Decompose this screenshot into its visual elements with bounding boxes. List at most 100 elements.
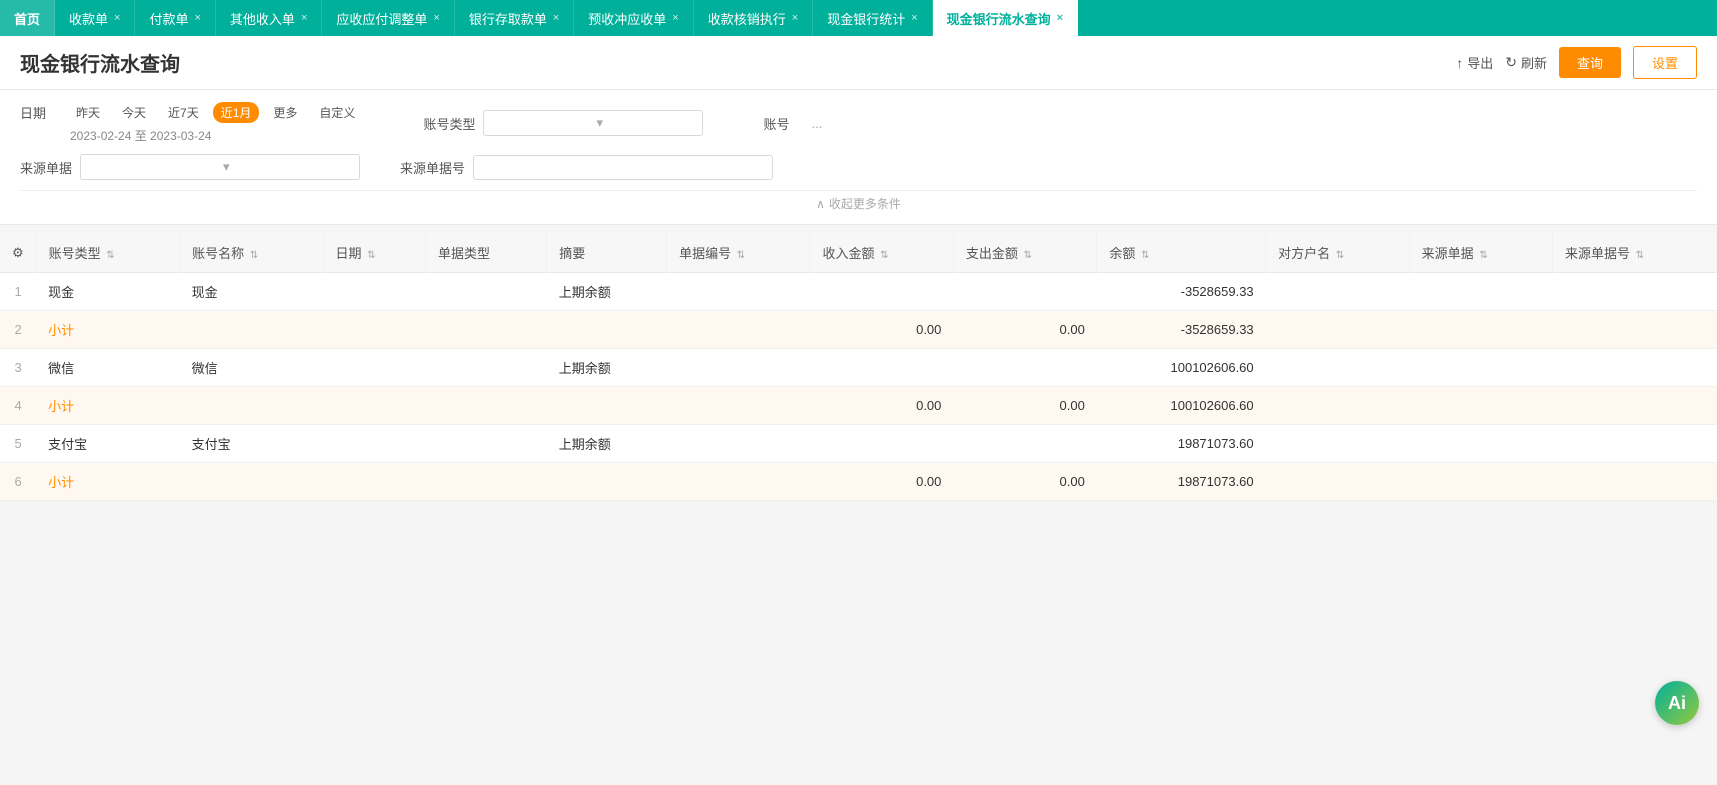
- date-opt-today[interactable]: 今天: [114, 102, 154, 123]
- cell-balance: 100102606.60: [1097, 349, 1266, 387]
- cell-date: [323, 311, 425, 349]
- sort-account-name-icon: ⇅: [250, 250, 258, 261]
- cell-balance: 19871073.60: [1097, 463, 1266, 501]
- col-summary: 摘要: [547, 233, 667, 273]
- source-doc-num-input[interactable]: [484, 160, 762, 175]
- col-account-name[interactable]: 账号名称 ⇅: [180, 233, 323, 273]
- cell-counterpart: [1266, 387, 1409, 425]
- row-num-cell: 1: [0, 273, 36, 311]
- col-settings[interactable]: ⚙: [0, 233, 36, 273]
- source-doc-chevron-icon: [223, 159, 349, 175]
- sort-doc-num-icon: ⇅: [737, 250, 745, 261]
- account-label: 账号: [763, 114, 803, 133]
- col-source-doc-num[interactable]: 来源单据号 ⇅: [1553, 233, 1717, 273]
- date-opt-1month[interactable]: 近1月: [213, 102, 260, 123]
- nav-tab-7[interactable]: 现金银行统计 ×: [813, 0, 932, 36]
- cell-source-doc-num: [1553, 387, 1717, 425]
- sort-date-icon: ⇅: [367, 250, 375, 261]
- nav-tab-0[interactable]: 收款单 ×: [55, 0, 135, 36]
- row-num-cell: 4: [0, 387, 36, 425]
- cell-counterpart: [1266, 311, 1409, 349]
- cell-account-type: 支付宝: [36, 425, 179, 463]
- nav-tab-4[interactable]: 银行存取款单 ×: [455, 0, 574, 36]
- cell-counterpart: [1266, 349, 1409, 387]
- cell-summary: 上期余额: [547, 273, 667, 311]
- nav-tab-8[interactable]: 现金银行流水查询 ×: [933, 0, 1078, 36]
- cell-account-type: 现金: [36, 273, 179, 311]
- export-icon: ↑: [1456, 55, 1463, 71]
- nav-tab-2[interactable]: 其他收入单 ×: [216, 0, 322, 36]
- cell-expense: 0.00: [953, 311, 1096, 349]
- nav-tab-3[interactable]: 应收应付调整单 ×: [322, 0, 454, 36]
- close-tab-0-icon[interactable]: ×: [114, 12, 120, 24]
- cell-doc-num: [667, 349, 810, 387]
- date-opt-yesterday[interactable]: 昨天: [68, 102, 108, 123]
- cell-summary: [547, 387, 667, 425]
- data-table: ⚙ 账号类型 ⇅ 账号名称 ⇅ 日期 ⇅ 单据类型 摘要: [0, 233, 1717, 501]
- table-row: 1现金现金上期余额-3528659.33: [0, 273, 1717, 311]
- cell-doc-num: [667, 273, 810, 311]
- nav-tab-5[interactable]: 预收冲应收单 ×: [574, 0, 693, 36]
- cell-account-name: 支付宝: [180, 425, 323, 463]
- cell-income: 0.00: [810, 387, 953, 425]
- cell-counterpart: [1266, 273, 1409, 311]
- row-num-cell: 3: [0, 349, 36, 387]
- account-type-select[interactable]: [483, 110, 703, 136]
- close-tab-3-icon[interactable]: ×: [433, 12, 439, 24]
- col-balance[interactable]: 余额 ⇅: [1097, 233, 1266, 273]
- table-row: 3微信微信上期余额100102606.60: [0, 349, 1717, 387]
- sort-source-doc-num-icon: ⇅: [1636, 250, 1644, 261]
- cell-summary: [547, 311, 667, 349]
- col-date[interactable]: 日期 ⇅: [323, 233, 425, 273]
- close-tab-2-icon[interactable]: ×: [301, 12, 307, 24]
- cell-expense: [953, 425, 1096, 463]
- col-doc-num[interactable]: 单据编号 ⇅: [667, 233, 810, 273]
- cell-expense: [953, 273, 1096, 311]
- cell-income: [810, 273, 953, 311]
- cell-source-doc-num: [1553, 273, 1717, 311]
- refresh-button[interactable]: ↻ 刷新: [1505, 53, 1547, 72]
- nav-home[interactable]: 首页: [0, 0, 55, 36]
- close-tab-5-icon[interactable]: ×: [672, 12, 678, 24]
- close-tab-7-icon[interactable]: ×: [911, 12, 917, 24]
- page-header: 现金银行流水查询 ↑ 导出 ↻ 刷新 查询 设置: [0, 36, 1717, 90]
- cell-account-name: [180, 463, 323, 501]
- cell-doc-type: [425, 463, 546, 501]
- date-opt-7days[interactable]: 近7天: [160, 102, 207, 123]
- query-button[interactable]: 查询: [1559, 47, 1621, 78]
- cell-income: 0.00: [810, 463, 953, 501]
- sort-account-type-icon: ⇅: [106, 250, 114, 261]
- row-num-cell: 5: [0, 425, 36, 463]
- sort-counterpart-icon: ⇅: [1336, 250, 1344, 261]
- cell-date: [323, 425, 425, 463]
- close-tab-6-icon[interactable]: ×: [792, 12, 798, 24]
- settings-button[interactable]: 设置: [1633, 46, 1697, 79]
- account-more-icon[interactable]: ...: [811, 116, 822, 131]
- close-tab-4-icon[interactable]: ×: [553, 12, 559, 24]
- source-doc-select[interactable]: [80, 154, 360, 180]
- close-tab-8-icon[interactable]: ×: [1057, 12, 1063, 24]
- date-opt-more[interactable]: 更多: [265, 102, 305, 123]
- cell-account-type: 小计: [36, 311, 179, 349]
- nav-tab-6[interactable]: 收款核销执行 ×: [694, 0, 813, 36]
- cell-source-doc: [1409, 273, 1552, 311]
- filter-row-1: 日期 昨天 今天 近7天 近1月 更多 自定义 2023-02-24 至 202…: [20, 102, 1697, 144]
- col-expense[interactable]: 支出金额 ⇅: [953, 233, 1096, 273]
- cell-summary: 上期余额: [547, 425, 667, 463]
- col-income[interactable]: 收入金额 ⇅: [810, 233, 953, 273]
- date-opt-custom[interactable]: 自定义: [311, 102, 363, 123]
- export-button[interactable]: ↑ 导出: [1456, 53, 1493, 72]
- col-account-type[interactable]: 账号类型 ⇅: [36, 233, 179, 273]
- header-actions: ↑ 导出 ↻ 刷新 查询 设置: [1456, 46, 1697, 79]
- col-source-doc[interactable]: 来源单据 ⇅: [1409, 233, 1552, 273]
- cell-expense: 0.00: [953, 463, 1096, 501]
- nav-tab-1[interactable]: 付款单 ×: [135, 0, 215, 36]
- table-container: ⚙ 账号类型 ⇅ 账号名称 ⇅ 日期 ⇅ 单据类型 摘要: [0, 233, 1717, 501]
- close-tab-1-icon[interactable]: ×: [194, 12, 200, 24]
- col-counterpart[interactable]: 对方户名 ⇅: [1266, 233, 1409, 273]
- cell-expense: [953, 349, 1096, 387]
- table-row: 2小计0.000.00-3528659.33: [0, 311, 1717, 349]
- cell-account-name: [180, 387, 323, 425]
- collapse-button[interactable]: ∧ 收起更多条件: [816, 195, 901, 212]
- ai-badge[interactable]: Ai: [1655, 681, 1699, 725]
